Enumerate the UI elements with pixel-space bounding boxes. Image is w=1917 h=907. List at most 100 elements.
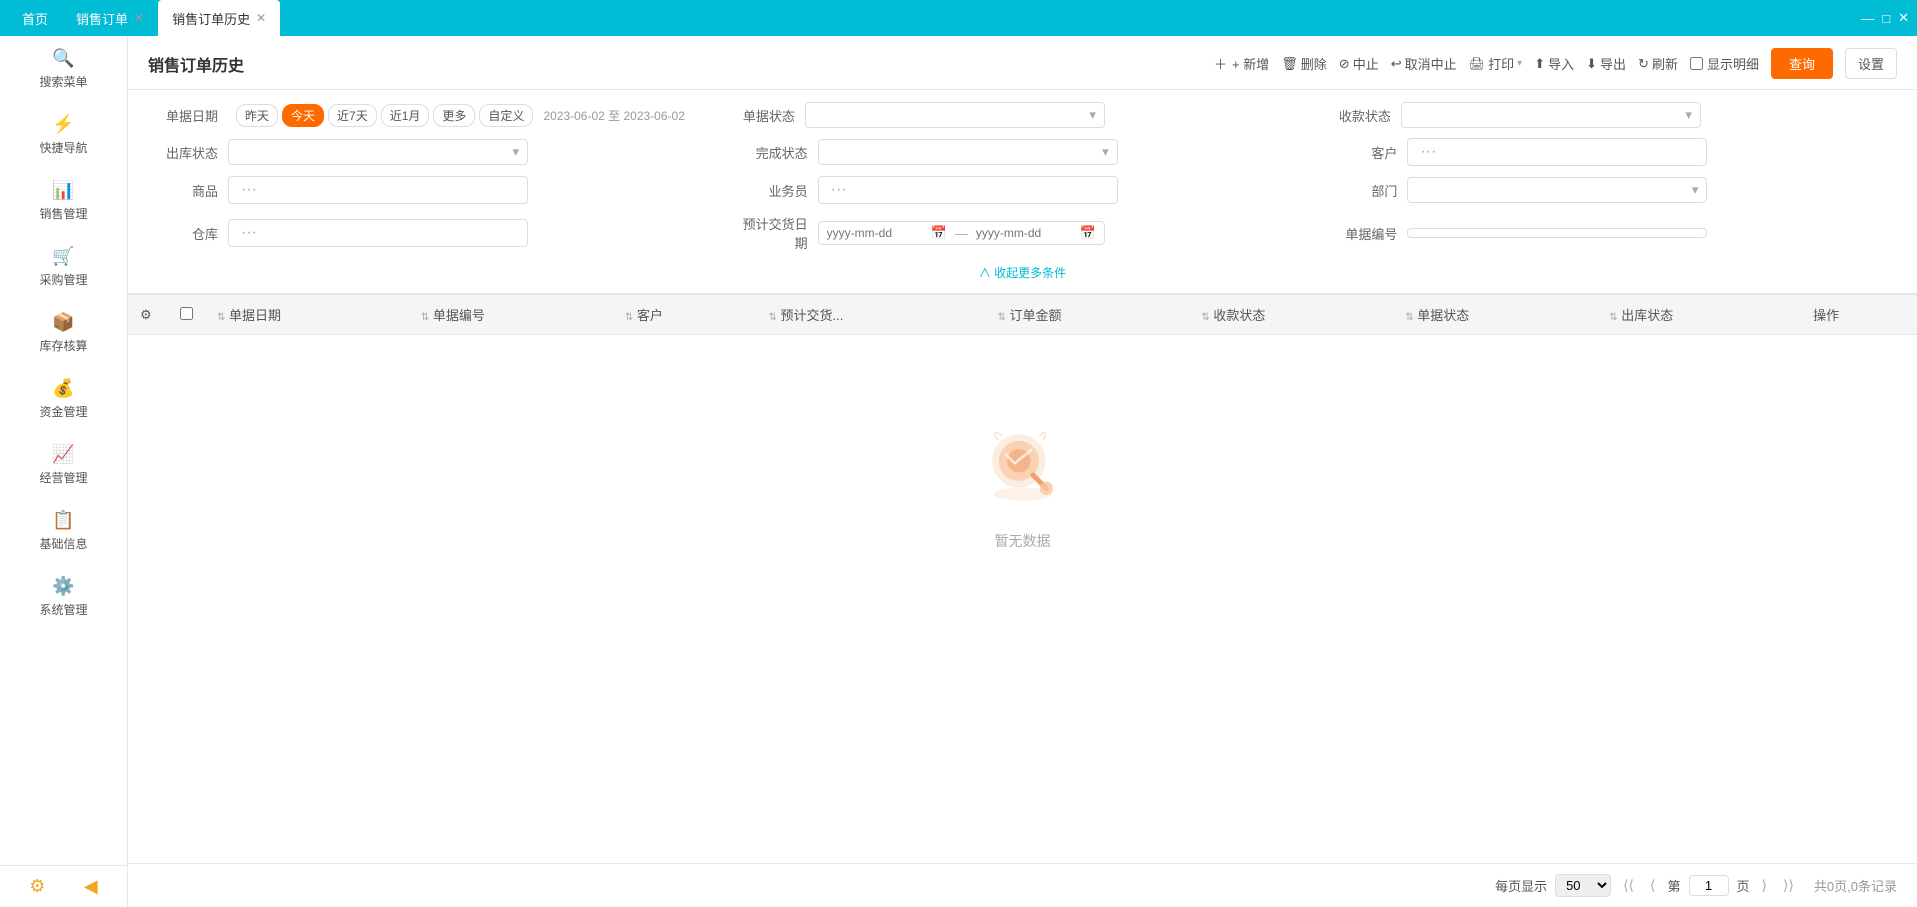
complete-status-label: 完成状态 — [738, 143, 818, 162]
empty-text: 暂无数据 — [995, 531, 1051, 551]
goods-ellipsis-btn[interactable]: ··· — [237, 181, 261, 199]
sidebar-label-operations: 经营管理 — [39, 469, 87, 486]
collapse-btn[interactable]: ∧ 收起更多条件 — [979, 266, 1066, 280]
sidebar-item-operations[interactable]: 📈 经营管理 — [0, 432, 127, 498]
new-button[interactable]: ＋ + 新增 — [1214, 54, 1269, 73]
sidebar-item-system[interactable]: ⚙️ 系统管理 — [0, 564, 127, 630]
date-separator: — — [955, 226, 968, 241]
table-col-amount[interactable]: ⇅ 订单金额 — [985, 295, 1189, 335]
sidebar-item-purchase[interactable]: 🛒 采购管理 — [0, 234, 127, 300]
display-detail-toggle[interactable]: 显示明细 — [1690, 54, 1759, 73]
receipt-status-col: 收款状态 ▾ — [1321, 102, 1897, 128]
bill-number-input[interactable] — [1407, 228, 1707, 238]
salesperson-ellipsis-btn[interactable]: ··· — [827, 181, 851, 199]
sort-icon-7: ⇅ — [1405, 312, 1413, 323]
filter-row-1: 单据日期 昨天 今天 近7天 近1月 更多 自定义 2023-06-02 至 2… — [148, 102, 1897, 128]
import-icon: ⬆ — [1534, 56, 1545, 72]
prev-page-btn[interactable]: ⟨ — [1646, 875, 1659, 896]
table-col-out-status[interactable]: ⇅ 出库状态 — [1597, 295, 1801, 335]
warehouse-ellipsis-btn[interactable]: ··· — [237, 224, 261, 242]
sidebar-item-sales[interactable]: 📊 销售管理 — [0, 168, 127, 234]
complete-status-select[interactable]: ▾ — [818, 139, 1118, 165]
maximize-btn[interactable]: □ — [1882, 11, 1890, 26]
tab-home[interactable]: + 新增 首页 — [8, 0, 62, 36]
import-button[interactable]: ⬆ 导入 — [1534, 54, 1574, 73]
purchase-icon: 🛒 — [52, 246, 74, 267]
close-tab-sales-history[interactable]: ✕ — [256, 11, 266, 25]
bill-status-select[interactable]: ▾ — [805, 102, 1105, 128]
receipt-status-chevron: ▾ — [1685, 107, 1692, 123]
delete-button[interactable]: 🗑 删除 — [1281, 54, 1327, 73]
filter-row-4: 仓库 ··· 预计交货日期 📅 — 📅 — [148, 214, 1897, 252]
system-icon: ⚙️ — [52, 576, 74, 597]
sidebar-item-quicknav[interactable]: ⚡ 快捷导航 — [0, 102, 127, 168]
delivery-date-group: 📅 — 📅 — [818, 221, 1105, 245]
delivery-date-start[interactable] — [827, 226, 927, 240]
delivery-date-col: 预计交货日期 📅 — 📅 — [738, 214, 1308, 252]
last-page-btn[interactable]: ⟩⟩ — [1779, 875, 1798, 896]
filter-row-3: 商品 ··· 业务员 ··· 部门 — [148, 176, 1897, 204]
first-page-btn[interactable]: ⟨⟨ — [1619, 875, 1638, 896]
tab-sales-order[interactable]: 销售订单 ✕ — [62, 0, 158, 36]
table-col-delivery[interactable]: ⇅ 预计交货... — [756, 295, 985, 335]
table-col-receipt-status[interactable]: ⇅ 收款状态 — [1189, 295, 1393, 335]
date-btn-custom[interactable]: 自定义 — [479, 104, 533, 127]
minimize-btn[interactable]: — — [1861, 11, 1874, 26]
delivery-date-end[interactable] — [976, 226, 1076, 240]
tab-sales-order-history[interactable]: 销售订单历史 ✕ — [158, 0, 280, 36]
customer-col: 客户 ··· — [1327, 138, 1897, 166]
settings-button[interactable]: 设置 — [1845, 48, 1897, 79]
table-col-bill-date[interactable]: ⇅ 单据日期 — [205, 295, 409, 335]
sort-icon-8: ⇅ — [1609, 312, 1617, 323]
sidebar-item-basic[interactable]: 📋 基础信息 — [0, 498, 127, 564]
warehouse-select[interactable]: ··· — [228, 219, 528, 247]
sidebar-item-search[interactable]: 🔍 搜索菜单 — [0, 36, 127, 102]
select-all-checkbox[interactable] — [180, 307, 193, 320]
calendar-end-icon[interactable]: 📅 — [1080, 225, 1096, 241]
bill-date-label: 单据日期 — [148, 106, 228, 125]
date-btn-more[interactable]: 更多 — [433, 104, 475, 127]
next-page-btn[interactable]: ⟩ — [1758, 875, 1771, 896]
bill-status-chevron: ▾ — [1089, 107, 1096, 123]
table-col-settings[interactable]: ⚙ — [128, 295, 168, 335]
sales-icon: 📊 — [52, 180, 74, 201]
sidebar-label-system: 系统管理 — [39, 601, 87, 618]
customer-select[interactable]: ··· — [1407, 138, 1707, 166]
date-btn-today[interactable]: 今天 — [282, 104, 324, 127]
refresh-button[interactable]: ↻ 刷新 — [1638, 54, 1678, 73]
receipt-status-select[interactable]: ▾ — [1401, 102, 1701, 128]
export-icon: ⬇ — [1586, 56, 1597, 72]
print-button[interactable]: 🖨 打印 ▾ — [1469, 54, 1523, 73]
print-icon: 🖨 — [1469, 56, 1486, 72]
table-col-bill-number[interactable]: ⇅ 单据编号 — [409, 295, 613, 335]
table-col-customer[interactable]: ⇅ 客户 — [613, 295, 757, 335]
table-col-check[interactable] — [168, 295, 205, 335]
date-btn-7days[interactable]: 近7天 — [328, 104, 377, 127]
sidebar-item-inventory[interactable]: 📦 库存核算 — [0, 300, 127, 366]
close-tab-sales-order[interactable]: ✕ — [134, 11, 144, 25]
query-button[interactable]: 查询 — [1771, 48, 1833, 79]
table-col-bill-status[interactable]: ⇅ 单据状态 — [1393, 295, 1597, 335]
sidebar-item-finance[interactable]: 💰 资金管理 — [0, 366, 127, 432]
calendar-start-icon[interactable]: 📅 — [931, 225, 947, 241]
collapse-row: ∧ 收起更多条件 — [148, 262, 1897, 281]
out-status-select[interactable]: ▾ — [228, 139, 528, 165]
date-btn-yesterday[interactable]: 昨天 — [236, 104, 278, 127]
sidebar-collapse-icon[interactable]: ◀ — [84, 876, 98, 897]
page-label: 页 — [1737, 876, 1750, 895]
page-size-select[interactable]: 50 10 20 100 — [1555, 874, 1611, 897]
current-page-input[interactable] — [1689, 875, 1729, 896]
department-select[interactable]: ▾ — [1407, 177, 1707, 203]
customer-ellipsis-btn[interactable]: ··· — [1416, 143, 1440, 161]
cancel-stop-button[interactable]: ↩ 取消中止 — [1391, 54, 1457, 73]
export-button[interactable]: ⬇ 导出 — [1586, 54, 1626, 73]
sidebar-settings-icon[interactable]: ⚙ — [29, 876, 45, 897]
stop-button[interactable]: ⊘ 中止 — [1339, 54, 1379, 73]
sidebar: 🔍 搜索菜单 ⚡ 快捷导航 📊 销售管理 🛒 采购管理 📦 库存核算 💰 资金管… — [0, 36, 128, 907]
goods-select[interactable]: ··· — [228, 176, 528, 204]
salesperson-select[interactable]: ··· — [818, 176, 1118, 204]
date-btn-1month[interactable]: 近1月 — [381, 104, 430, 127]
goods-label: 商品 — [148, 181, 228, 200]
window-close-btn[interactable]: ✕ — [1898, 10, 1909, 26]
display-detail-checkbox[interactable] — [1690, 57, 1703, 70]
